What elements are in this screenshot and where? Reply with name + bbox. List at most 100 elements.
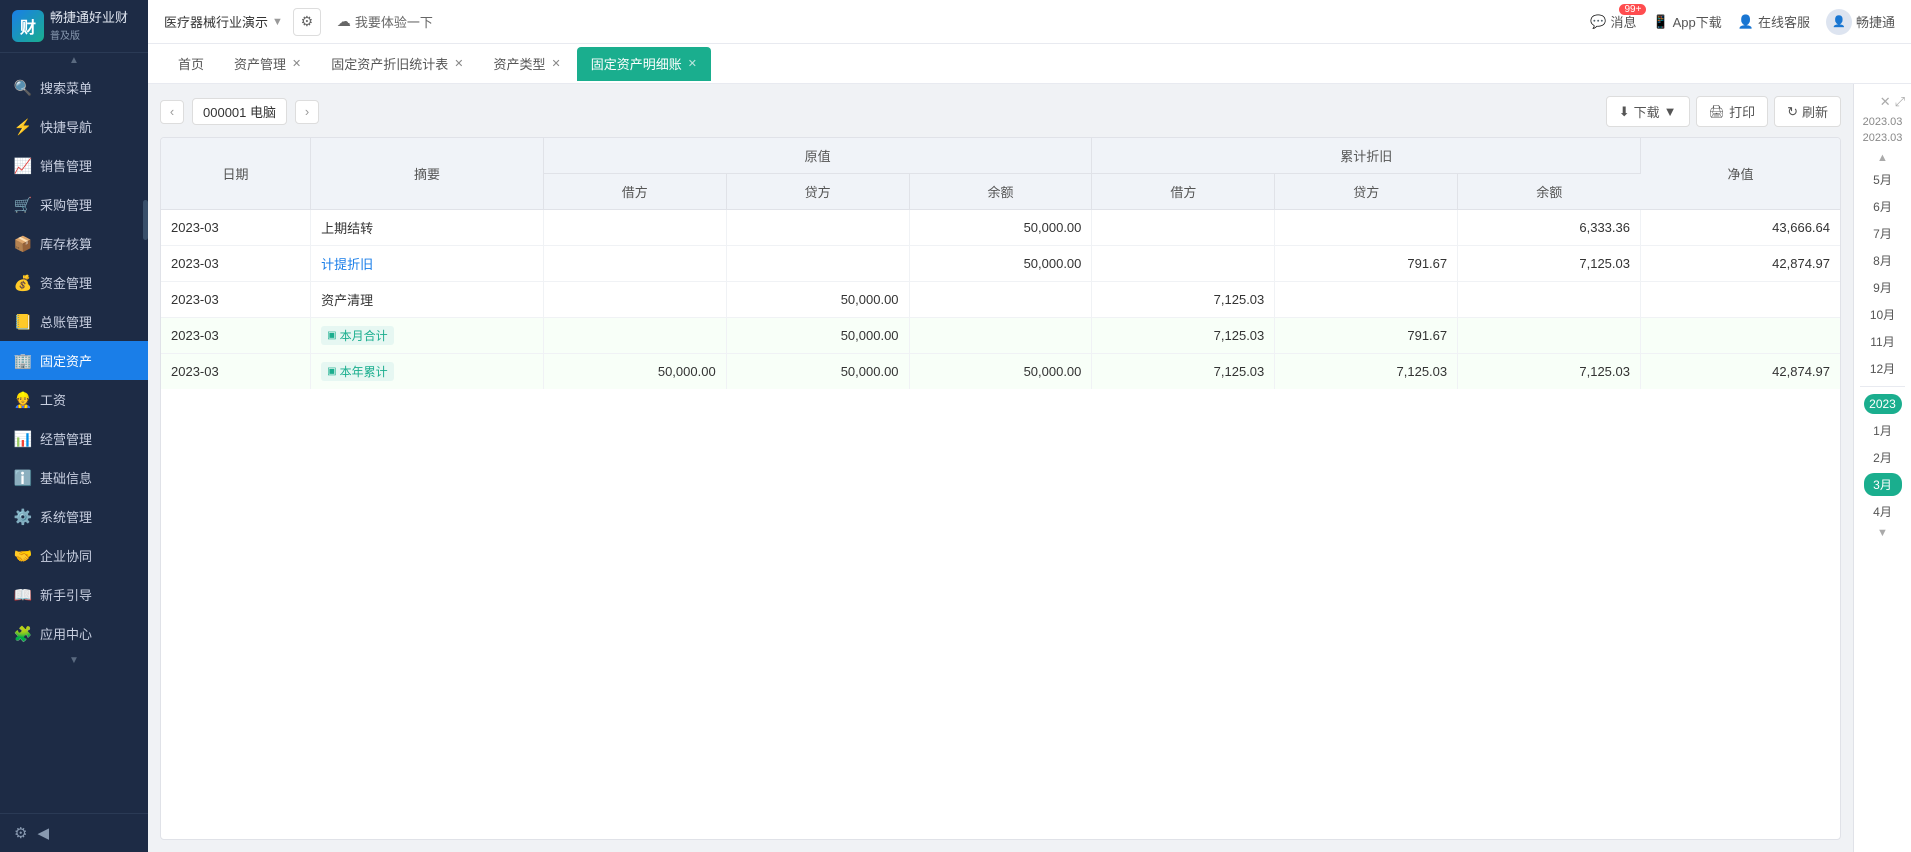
sidebar-item-label: 资金管理 bbox=[40, 273, 92, 292]
timeline-month-4[interactable]: 4月 bbox=[1854, 498, 1911, 525]
cell-dep-credit bbox=[1275, 210, 1458, 246]
quicknav-icon: ⚡ bbox=[14, 118, 32, 136]
sidebar-item-inventory[interactable]: 📦 库存核算 bbox=[0, 224, 148, 263]
cell-dep-credit bbox=[1275, 282, 1458, 318]
timeline-month-9[interactable]: 9月 bbox=[1854, 274, 1911, 301]
data-table: 日期 摘要 原值 累计折旧 净值 借方 贷方 余额 借方 贷方 余额 bbox=[160, 137, 1841, 840]
notification-badge: 99+ bbox=[1619, 4, 1646, 15]
notifications-button[interactable]: 💬 消息 99+ bbox=[1590, 12, 1636, 31]
app-download-button[interactable]: 📱 App下载 bbox=[1652, 12, 1721, 31]
col-orig-credit: 贷方 bbox=[726, 174, 909, 210]
system-icon: ⚙️ bbox=[14, 508, 32, 526]
cell-dep-balance bbox=[1458, 282, 1641, 318]
sidebar-item-basic-info[interactable]: ℹ️ 基础信息 bbox=[0, 458, 148, 497]
sidebar-item-guide[interactable]: 📖 新手引导 bbox=[0, 575, 148, 614]
cell-summary[interactable]: 计提折旧 bbox=[311, 246, 544, 282]
sidebar-item-quicknav[interactable]: ⚡ 快捷导航 bbox=[0, 107, 148, 146]
tab-close-icon[interactable]: ✕ bbox=[688, 57, 697, 70]
cell-dep-balance: 7,125.03 bbox=[1458, 354, 1641, 390]
sidebar-item-operations[interactable]: 📊 经营管理 bbox=[0, 419, 148, 458]
timeline-month-5[interactable]: 5月 bbox=[1854, 166, 1911, 193]
timeline-month-7[interactable]: 7月 bbox=[1854, 220, 1911, 247]
timeline-month-3-active[interactable]: 3月 bbox=[1864, 473, 1902, 496]
cell-orig-balance bbox=[909, 318, 1092, 354]
col-orig-debit: 借方 bbox=[543, 174, 726, 210]
sidebar-item-payroll[interactable]: 👷 工资 bbox=[0, 380, 148, 419]
tab-close-icon[interactable]: ✕ bbox=[552, 57, 561, 70]
tab-asset-type[interactable]: 资产类型 ✕ bbox=[479, 47, 574, 81]
timeline-month-6[interactable]: 6月 bbox=[1854, 193, 1911, 220]
user-menu[interactable]: 👤 畅捷通 bbox=[1826, 9, 1895, 35]
tab-home[interactable]: 首页 bbox=[164, 47, 218, 81]
cell-orig-debit bbox=[543, 282, 726, 318]
col-dep-debit: 借方 bbox=[1092, 174, 1275, 210]
service-icon: 👤 bbox=[1738, 14, 1754, 30]
tab-close-icon[interactable]: ✕ bbox=[292, 57, 301, 70]
panel-minimize-button[interactable]: ✕ bbox=[1880, 94, 1891, 110]
settings-icon[interactable]: ⚙ bbox=[14, 824, 27, 842]
sidebar-item-apps[interactable]: 🧩 应用中心 bbox=[0, 614, 148, 653]
cell-dep-debit bbox=[1092, 210, 1275, 246]
print-button[interactable]: 🖨 打印 bbox=[1696, 96, 1769, 127]
tab-close-icon[interactable]: ✕ bbox=[454, 57, 463, 70]
refresh-button[interactable]: ↻ 刷新 bbox=[1774, 96, 1841, 127]
tab-asset-detail[interactable]: 固定资产明细账 ✕ bbox=[577, 47, 711, 81]
cell-date: 2023-03 bbox=[161, 354, 311, 390]
cell-orig-balance bbox=[909, 282, 1092, 318]
sidebar-item-label: 快捷导航 bbox=[40, 117, 92, 136]
timeline-date-header1: 2023.03 bbox=[1854, 114, 1911, 130]
sidebar-item-cooperation[interactable]: 🤝 企业协同 bbox=[0, 536, 148, 575]
download-button[interactable]: ⬇ 下载 ▼ bbox=[1606, 96, 1690, 127]
cell-orig-balance: 50,000.00 bbox=[909, 246, 1092, 282]
cell-orig-credit: 50,000.00 bbox=[726, 354, 909, 390]
sidebar-item-purchase[interactable]: 🛒 采购管理 bbox=[0, 185, 148, 224]
timeline-month-2[interactable]: 2月 bbox=[1854, 444, 1911, 471]
tabs-bar: 首页 资产管理 ✕ 固定资产折旧统计表 ✕ 资产类型 ✕ 固定资产明细账 ✕ bbox=[148, 44, 1911, 84]
tab-asset-management[interactable]: 资产管理 ✕ bbox=[220, 47, 315, 81]
col-dep-credit: 贷方 bbox=[1275, 174, 1458, 210]
cell-dep-balance: 7,125.03 bbox=[1458, 246, 1641, 282]
timeline-month-11[interactable]: 11月 bbox=[1854, 328, 1911, 355]
sidebar-item-ledger[interactable]: 📒 总账管理 bbox=[0, 302, 148, 341]
timeline-year-badge[interactable]: 2023 bbox=[1864, 394, 1902, 414]
payroll-icon: 👷 bbox=[14, 391, 32, 409]
timeline-month-12[interactable]: 12月 bbox=[1854, 355, 1911, 382]
app-name: 畅捷通好业财 bbox=[50, 10, 128, 27]
cell-summary: 本月合计 bbox=[311, 318, 544, 354]
sidebar-item-system[interactable]: ⚙️ 系统管理 bbox=[0, 497, 148, 536]
tab-depreciation-stats[interactable]: 固定资产折旧统计表 ✕ bbox=[317, 47, 477, 81]
sidebar-scroll-down[interactable]: ▼ bbox=[0, 653, 148, 668]
table-row: 2023-03 资产清理 50,000.00 7,125.03 bbox=[161, 282, 1840, 318]
timeline-scroll-up[interactable]: ▲ bbox=[1877, 150, 1888, 166]
timeline-scroll-down[interactable]: ▼ bbox=[1877, 525, 1888, 541]
cell-dep-credit: 791.67 bbox=[1275, 246, 1458, 282]
nav-prev-button[interactable]: ‹ bbox=[160, 100, 184, 124]
content-area: ‹ 000001 电脑 › ⬇ 下载 ▼ 🖨 打印 bbox=[148, 84, 1911, 852]
cell-summary: 本年累计 bbox=[311, 354, 544, 390]
timeline-month-1[interactable]: 1月 bbox=[1854, 417, 1911, 444]
cell-orig-credit bbox=[726, 246, 909, 282]
sidebar: 财 畅捷通好业财 普及版 ▲ 🔍 搜索菜单 ⚡ 快捷导航 📈 销售管理 🛒 采购… bbox=[0, 0, 148, 852]
nav-next-button[interactable]: › bbox=[295, 100, 319, 124]
sidebar-item-sales[interactable]: 📈 销售管理 bbox=[0, 146, 148, 185]
cell-orig-credit bbox=[726, 210, 909, 246]
cooperation-icon: 🤝 bbox=[14, 547, 32, 565]
sidebar-item-finance[interactable]: 💰 资金管理 bbox=[0, 263, 148, 302]
sidebar-item-fixed-assets[interactable]: 🏢 固定资产 bbox=[0, 341, 148, 380]
col-orig-balance: 余额 bbox=[909, 174, 1092, 210]
collapse-icon[interactable]: ◀ bbox=[37, 824, 49, 842]
year-total-tag: 本年累计 bbox=[321, 362, 393, 381]
timeline-month-10[interactable]: 10月 bbox=[1854, 301, 1911, 328]
timeline-month-8[interactable]: 8月 bbox=[1854, 247, 1911, 274]
panel-maximize-button[interactable]: ⤢ bbox=[1895, 94, 1905, 110]
panel-close-button[interactable]: ‹ bbox=[1853, 443, 1854, 493]
cell-net-value: 42,874.97 bbox=[1640, 354, 1840, 390]
gear-button[interactable]: ⚙ bbox=[293, 8, 321, 36]
sidebar-item-search[interactable]: 🔍 搜索菜单 bbox=[0, 68, 148, 107]
experience-button[interactable]: ☁ 我要体验一下 bbox=[337, 12, 433, 31]
sidebar-scroll-up[interactable]: ▲ bbox=[0, 53, 148, 68]
company-name[interactable]: 医疗器械行业演示 ▼ bbox=[164, 12, 283, 31]
online-service-button[interactable]: 👤 在线客服 bbox=[1738, 12, 1810, 31]
sales-icon: 📈 bbox=[14, 157, 32, 175]
refresh-icon: ↻ bbox=[1787, 104, 1798, 120]
